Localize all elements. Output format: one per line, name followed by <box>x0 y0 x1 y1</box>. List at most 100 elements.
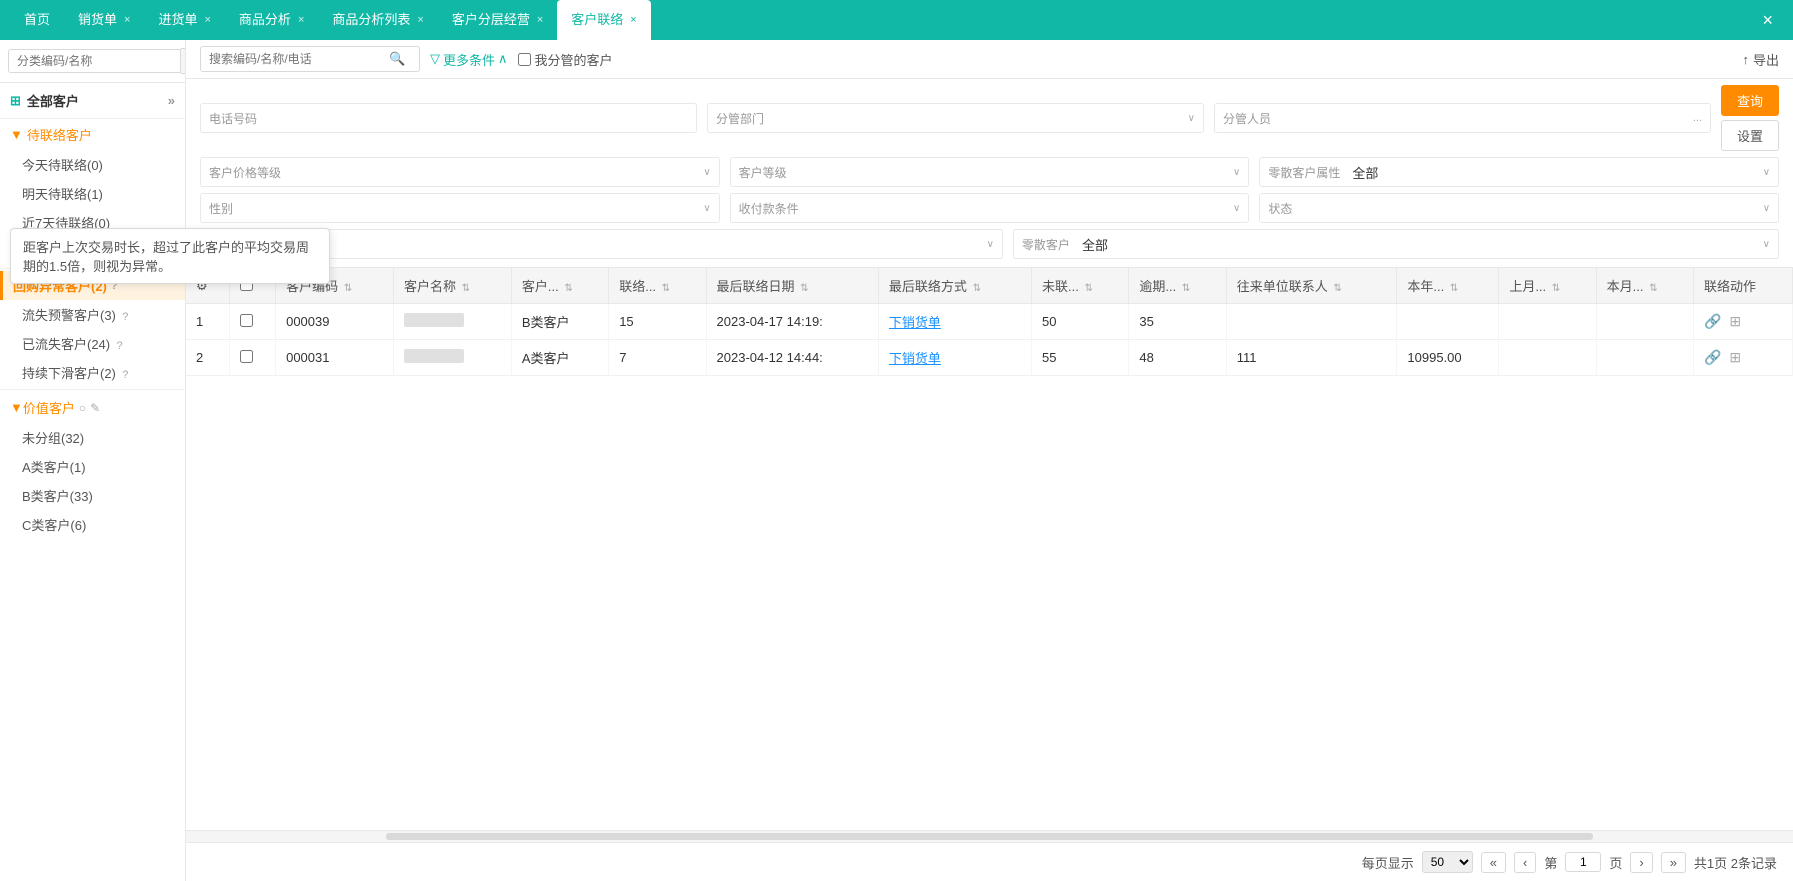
filter-phone[interactable]: 电话号码 <box>200 103 697 133</box>
cell-code-2: 000031 <box>276 340 394 376</box>
cell-last-method-2: 下销货单 <box>878 340 1031 376</box>
scroll-thumb[interactable] <box>386 833 1593 840</box>
filter-retail-attr[interactable]: 零散客户属性 全部 ∨ <box>1259 157 1779 187</box>
row-checkbox-1[interactable] <box>240 314 253 327</box>
filter-gender[interactable]: 性别 ∨ <box>200 193 720 223</box>
col-uncontact-days[interactable]: 未联... ⇅ <box>1032 268 1129 304</box>
table-row: 2 000031 A类客户 7 2023-04-12 14:44: 下销货单 5… <box>186 340 1793 376</box>
filter-search-input[interactable] <box>209 52 389 66</box>
prev-page-btn[interactable]: ‹ <box>1514 852 1536 873</box>
nav-home[interactable]: 首页 <box>10 0 64 40</box>
chevron-down-icon: ∧ <box>498 51 508 67</box>
adv-filter-row-4: ... 客户类型 ∨ 零散客户 全部 ∨ <box>200 229 1779 259</box>
next-page-btn[interactable]: › <box>1630 852 1652 873</box>
filter-status[interactable]: 状态 ∨ <box>1259 193 1779 223</box>
my-customers-checkbox[interactable] <box>518 53 531 66</box>
filter-more-btn[interactable]: ▽ 更多条件 ∧ <box>430 50 508 69</box>
lost-customers-help-icon[interactable]: ? <box>116 340 122 352</box>
sidebar-today-pending[interactable]: 今天待联络(0) <box>0 150 185 179</box>
sidebar-declining-customers[interactable]: 持续下滑客户(2) ? <box>0 358 185 387</box>
nav-sales-close[interactable]: × <box>124 0 130 40</box>
pagination-bar: 每页显示 50 100 200 « ‹ 第 页 › » 共1页 2条记录 <box>186 842 1793 881</box>
sort-icon-lastmonth: ⇅ <box>1552 283 1560 294</box>
filter-customer-type[interactable]: 客户类型 ∨ <box>237 229 1003 259</box>
sidebar-lost-customers[interactable]: 已流失客户(24) ? <box>0 329 185 358</box>
nav-product-analysis[interactable]: 商品分析 × <box>225 0 318 40</box>
edit-icon[interactable]: ✎ <box>90 401 100 415</box>
sidebar-value-group-title[interactable]: ▼ 价值客户 ○ ✎ <box>0 392 185 423</box>
col-partner-contact[interactable]: 往来单位联系人 ⇅ <box>1226 268 1397 304</box>
sidebar-c-class[interactable]: C类客户(6) <box>0 510 185 539</box>
adv-filter-row-3: 性别 ∨ 收付款条件 ∨ 状态 ∨ <box>200 193 1779 223</box>
nav-customer-tier[interactable]: 客户分层经营 × <box>438 0 557 40</box>
sort-icon-contact: ⇅ <box>662 283 670 294</box>
sidebar-search-input[interactable] <box>8 49 181 73</box>
page-input[interactable] <box>1565 852 1601 872</box>
col-last-contact-date[interactable]: 最后联络日期 ⇅ <box>706 268 878 304</box>
nav-sales[interactable]: 销货单 × <box>64 0 144 40</box>
cell-year-2: 10995.00 <box>1397 340 1499 376</box>
action-grid-icon-2[interactable]: ⊞ <box>1729 349 1741 366</box>
sidebar-b-class[interactable]: B类客户(33) <box>0 481 185 510</box>
page-label: 第 <box>1544 853 1557 872</box>
sort-icon-type: ⇅ <box>564 283 572 294</box>
sort-icon-partner: ⇅ <box>1333 283 1341 294</box>
sidebar-loss-warning[interactable]: 流失预警客户(3) ? <box>0 300 185 329</box>
sidebar-a-class[interactable]: A类客户(1) <box>0 452 185 481</box>
filter-payment[interactable]: 收付款条件 ∨ <box>730 193 1250 223</box>
nav-product-list-close[interactable]: × <box>417 0 423 40</box>
sidebar-tomorrow-pending[interactable]: 明天待联络(1) <box>0 179 185 208</box>
cell-checkbox-1[interactable] <box>230 304 276 340</box>
my-customers-checkbox-label[interactable]: 我分管的客户 <box>518 50 613 69</box>
action-link-icon-2[interactable]: 🔗 <box>1704 349 1721 366</box>
first-page-btn[interactable]: « <box>1481 852 1506 873</box>
sort-icon-uncontact: ⇅ <box>1085 283 1093 294</box>
loss-warning-help-icon[interactable]: ? <box>122 311 128 323</box>
nav-purchase[interactable]: 进货单 × <box>144 0 224 40</box>
export-btn[interactable]: ↑ 导出 <box>1742 50 1779 69</box>
col-overdue[interactable]: 逾期... ⇅ <box>1129 268 1226 304</box>
filter-price-level[interactable]: 客户价格等级 ∨ <box>200 157 720 187</box>
filter-manager[interactable]: 分管人员 ... <box>1214 103 1711 133</box>
col-name[interactable]: 客户名称 ⇅ <box>393 268 511 304</box>
last-page-btn[interactable]: » <box>1661 852 1686 873</box>
col-customer-type[interactable]: 客户... ⇅ <box>511 268 608 304</box>
cell-last-date-1: 2023-04-17 14:19: <box>706 304 878 340</box>
col-this-month[interactable]: 本月... ⇅ <box>1596 268 1693 304</box>
action-grid-icon-1[interactable]: ⊞ <box>1729 313 1741 330</box>
horizontal-scrollbar[interactable] <box>186 830 1793 842</box>
nav-customer-contact[interactable]: 客户联络 × <box>557 0 650 40</box>
cell-code-1: 000039 <box>276 304 394 340</box>
action-link-icon-1[interactable]: 🔗 <box>1704 313 1721 330</box>
filter-customer-level[interactable]: 客户等级 ∨ <box>730 157 1250 187</box>
query-btn[interactable]: 查询 <box>1721 85 1779 116</box>
filter-search-icon[interactable]: 🔍 <box>389 51 405 67</box>
col-this-year[interactable]: 本年... ⇅ <box>1397 268 1499 304</box>
col-last-contact-method[interactable]: 最后联络方式 ⇅ <box>878 268 1031 304</box>
sidebar-ungroup[interactable]: 未分组(32) <box>0 423 185 452</box>
table-row: 1 000039 B类客户 15 2023-04-17 14:19: 下销货单 … <box>186 304 1793 340</box>
per-page-select[interactable]: 50 100 200 <box>1422 851 1473 873</box>
sidebar-all-customers[interactable]: ⊞ 全部客户 » <box>0 83 185 119</box>
nav-product-list[interactable]: 商品分析列表 × <box>318 0 437 40</box>
cell-checkbox-2[interactable] <box>230 340 276 376</box>
filter-department[interactable]: 分管部门 ∨ <box>707 103 1204 133</box>
sidebar-collapse-btn[interactable]: » <box>168 93 175 108</box>
cell-seq-2: 2 <box>186 340 230 376</box>
row-checkbox-2[interactable] <box>240 350 253 363</box>
nav-purchase-close[interactable]: × <box>204 0 210 40</box>
col-last-month[interactable]: 上月... ⇅ <box>1499 268 1596 304</box>
nav-product-analysis-close[interactable]: × <box>298 0 304 40</box>
nav-customer-contact-close[interactable]: × <box>630 0 636 40</box>
declining-help-icon[interactable]: ? <box>122 369 128 381</box>
cell-action-2: 🔗 ⊞ <box>1693 340 1792 376</box>
arrow-down-icon: ▼ <box>10 127 23 142</box>
sidebar: 🔍 ⊞ 全部客户 » ▼ 待联络客户 今天待联络(0) 明天待联络(1) 近7天… <box>0 40 186 881</box>
filter-retail-customer[interactable]: 零散客户 全部 ∨ <box>1013 229 1779 259</box>
nav-customer-tier-close[interactable]: × <box>537 0 543 40</box>
col-contact-count[interactable]: 联络... ⇅ <box>609 268 706 304</box>
sidebar-pending-title[interactable]: ▼ 待联络客户 <box>0 119 185 150</box>
customer-type-chevron-icon: ∨ <box>987 239 994 250</box>
window-close-btn[interactable]: × <box>1752 10 1783 31</box>
settings-btn[interactable]: 设置 <box>1721 120 1779 151</box>
